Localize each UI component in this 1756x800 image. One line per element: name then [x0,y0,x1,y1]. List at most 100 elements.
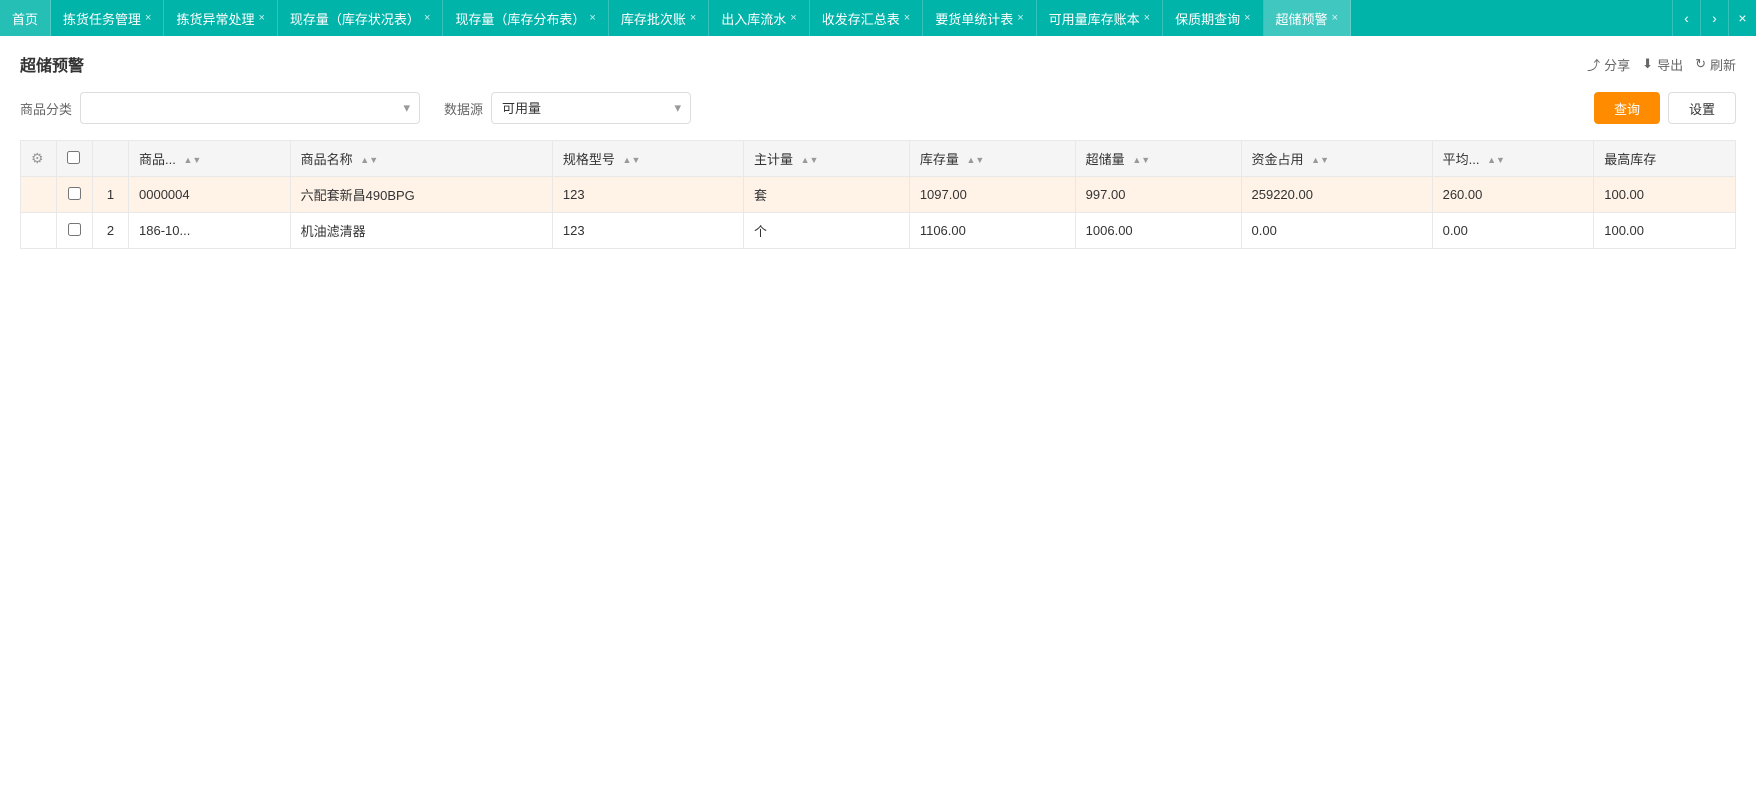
nav-item-inventory-dist[interactable]: 现存量（库存分布表） × [443,0,608,36]
row-num: 1 [93,177,129,213]
th-gear: ⚙ [21,141,57,177]
nav-close-overstock-warning[interactable]: × [1332,12,1338,24]
export-icon: ⬇ [1642,56,1653,72]
nav-arrow-close[interactable]: × [1728,0,1756,36]
row-product-code: 186-10... [129,213,291,249]
refresh-icon: ↻ [1695,56,1706,72]
table-row: 1 0000004 六配套新昌490BPG 123 套 1097.00 997.… [21,177,1736,213]
category-select-wrapper [80,92,420,124]
sort-icon-product-name: ▲▼ [360,156,378,165]
nav-close-abnormal[interactable]: × [258,12,264,24]
category-select[interactable] [80,92,420,124]
table-row: 2 186-10... 机油滤清器 123 个 1106.00 1006.00 … [21,213,1736,249]
row-capital: 259220.00 [1241,177,1432,213]
nav-close-collect-summary[interactable]: × [904,12,910,24]
row-avg: 0.00 [1432,213,1594,249]
row-unit: 个 [743,213,909,249]
th-capital[interactable]: 资金占用 ▲▼ [1241,141,1432,177]
nav-item-overstock-warning[interactable]: 超储预警 × [1264,0,1351,36]
query-button[interactable]: 查询 [1594,92,1660,124]
th-spec[interactable]: 规格型号 ▲▼ [552,141,743,177]
row-max-stock: 100.00 [1594,177,1736,213]
sort-icon-unit: ▲▼ [801,156,819,165]
row-gear-cell [21,177,57,213]
nav-close-available-account[interactable]: × [1144,12,1150,24]
gear-icon[interactable]: ⚙ [31,150,44,166]
refresh-button[interactable]: ↻ 刷新 [1695,55,1736,74]
filter-category: 商品分类 [20,92,420,124]
nav-close-order-stats[interactable]: × [1017,12,1023,24]
nav-close-task-mgmt[interactable]: × [145,12,151,24]
th-num [93,141,129,177]
row-checkbox-0[interactable] [68,187,81,200]
row-gear-cell [21,213,57,249]
category-label: 商品分类 [20,99,72,118]
th-unit[interactable]: 主计量 ▲▼ [743,141,909,177]
row-max-stock: 100.00 [1594,213,1736,249]
nav-close-inventory-dist[interactable]: × [589,12,595,24]
sort-icon-capital: ▲▼ [1311,156,1329,165]
nav-item-inventory-status[interactable]: 现存量（库存状况表） × [278,0,443,36]
nav-close-in-out-flow[interactable]: × [790,12,796,24]
share-icon: ⤴ [1587,55,1600,74]
row-capital: 0.00 [1241,213,1432,249]
th-stock[interactable]: 库存量 ▲▼ [909,141,1075,177]
nav-item-abnormal[interactable]: 拣货异常处理 × [164,0,277,36]
row-product-code: 0000004 [129,177,291,213]
datasource-label: 数据源 [444,99,483,118]
th-product-name[interactable]: 商品名称 ▲▼ [290,141,552,177]
nav-item-in-out-flow[interactable]: 出入库流水 × [709,0,809,36]
nav-item-batch-account[interactable]: 库存批次账 × [609,0,709,36]
nav-item-order-stats[interactable]: 要货单统计表 × [923,0,1036,36]
row-overstock: 1006.00 [1075,213,1241,249]
row-overstock: 997.00 [1075,177,1241,213]
settings-button[interactable]: 设置 [1668,92,1736,124]
filter-row: 商品分类 数据源 可用量 库存量 查询 设置 [20,92,1736,124]
page-header: 超储预警 ⤴ 分享 ⬇ 导出 ↻ 刷新 [20,52,1736,76]
page-title: 超储预警 [20,52,84,76]
th-max-stock[interactable]: 最高库存 [1594,141,1736,177]
row-product-name: 机油滤清器 [290,213,552,249]
sort-icon-avg: ▲▼ [1487,156,1505,165]
nav-close-inventory-status[interactable]: × [424,12,430,24]
row-product-name: 六配套新昌490BPG [290,177,552,213]
th-check [57,141,93,177]
select-all-checkbox[interactable] [67,151,80,164]
row-num: 2 [93,213,129,249]
data-table: ⚙ 商品... ▲▼ 商品名称 ▲▼ 规格型号 ▲▼ [20,140,1736,249]
th-overstock[interactable]: 超储量 ▲▼ [1075,141,1241,177]
page-content: 超储预警 ⤴ 分享 ⬇ 导出 ↻ 刷新 商品分类 [0,36,1756,800]
datasource-select-wrapper: 可用量 库存量 [491,92,691,124]
nav-item-available-account[interactable]: 可用量库存账本 × [1037,0,1163,36]
nav-item-collect-summary[interactable]: 收发存汇总表 × [810,0,923,36]
export-button[interactable]: ⬇ 导出 [1642,55,1683,74]
sort-icon-product-code: ▲▼ [183,156,201,165]
nav-item-home[interactable]: 首页 [0,0,51,36]
row-checkbox-1[interactable] [68,223,81,236]
th-product-code[interactable]: 商品... ▲▼ [129,141,291,177]
header-actions: ⤴ 分享 ⬇ 导出 ↻ 刷新 [1587,55,1736,74]
nav-arrow-left[interactable]: ‹ [1672,0,1700,36]
row-check-cell [57,177,93,213]
nav-item-expiry-check[interactable]: 保质期查询 × [1163,0,1263,36]
nav-item-task-mgmt[interactable]: 拣货任务管理 × [51,0,164,36]
row-check-cell [57,213,93,249]
nav-close-expiry-check[interactable]: × [1244,12,1250,24]
table-header-row: ⚙ 商品... ▲▼ 商品名称 ▲▼ 规格型号 ▲▼ [21,141,1736,177]
row-stock: 1097.00 [909,177,1075,213]
sort-icon-stock: ▲▼ [966,156,984,165]
row-avg: 260.00 [1432,177,1594,213]
row-spec: 123 [552,177,743,213]
row-stock: 1106.00 [909,213,1075,249]
filter-buttons: 查询 设置 [1594,92,1736,124]
nav-close-batch-account[interactable]: × [690,12,696,24]
row-spec: 123 [552,213,743,249]
row-unit: 套 [743,177,909,213]
nav-arrows: ‹ › × [1672,0,1756,36]
datasource-select[interactable]: 可用量 库存量 [491,92,691,124]
sort-icon-overstock: ▲▼ [1132,156,1150,165]
filter-datasource: 数据源 可用量 库存量 [444,92,691,124]
nav-arrow-right[interactable]: › [1700,0,1728,36]
th-avg[interactable]: 平均... ▲▼ [1432,141,1594,177]
share-button[interactable]: ⤴ 分享 [1587,55,1630,74]
